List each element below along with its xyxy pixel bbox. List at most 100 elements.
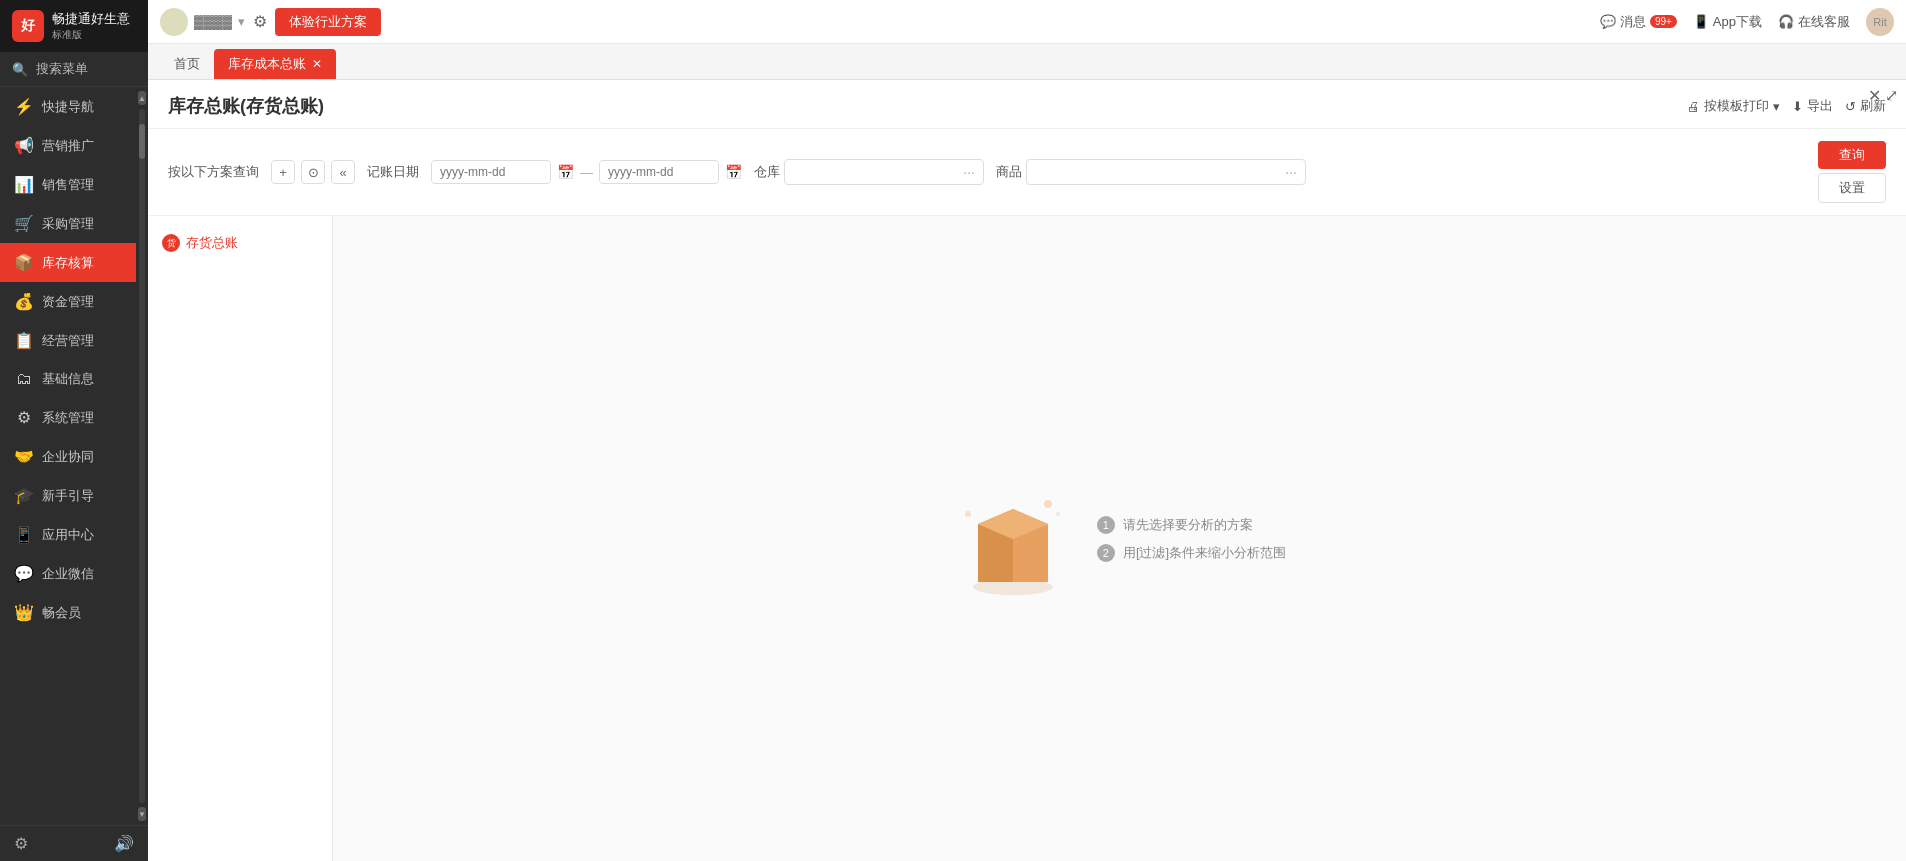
tab-bar: 首页 库存成本总账 ✕: [148, 44, 1906, 80]
query-btn[interactable]: 查询: [1818, 141, 1886, 169]
scroll-down-arrow[interactable]: ▼: [138, 807, 146, 821]
sidebar-label-member: 畅会员: [42, 604, 81, 622]
product-label: 商品: [996, 163, 1022, 181]
tab-inventory-ledger[interactable]: 库存成本总账 ✕: [214, 49, 336, 79]
tab-close-icon[interactable]: ✕: [312, 57, 322, 71]
online-support-btn[interactable]: 🎧 在线客服: [1778, 13, 1850, 31]
scroll-up-arrow[interactable]: ▲: [138, 91, 146, 105]
avatar-initials: Rit: [1873, 16, 1886, 28]
sidebar: 好 畅捷通好生意 标准版 🔍 搜索菜单 ⚡ 快捷导航 📢 营销推广 📊 销售管理…: [0, 0, 148, 861]
export-label: 导出: [1807, 97, 1833, 115]
resize-icon[interactable]: ⤢: [1885, 86, 1898, 105]
svg-point-8: [965, 511, 971, 517]
sidebar-item-inventory[interactable]: 📦 库存核算: [0, 243, 136, 282]
left-panel: 货 存货总账: [148, 216, 333, 861]
top-bar-right: 💬 消息 99+ 📱 App下载 🎧 在线客服 Rit: [1600, 8, 1894, 36]
finance-icon: 💰: [14, 292, 34, 311]
content-area-wrapper: ✕ ⤢ 库存总账(存货总账) 🖨 按模板打印 ▾ ⬇ 导出: [148, 80, 1906, 861]
sidebar-item-quick-nav[interactable]: ⚡ 快捷导航: [0, 87, 136, 126]
sidebar-search[interactable]: 🔍 搜索菜单: [0, 52, 148, 87]
app-download-btn[interactable]: 📱 App下载: [1693, 13, 1762, 31]
export-icon: ⬇: [1792, 99, 1803, 114]
tip-text-1: 请先选择要分析的方案: [1123, 516, 1253, 534]
filter-collapse-icon[interactable]: «: [331, 160, 355, 184]
sidebar-label-wechat: 企业微信: [42, 565, 94, 583]
calendar-start-icon[interactable]: 📅: [557, 164, 574, 180]
top-right-avatar: Rit: [1866, 8, 1894, 36]
warehouse-label: 仓库: [754, 163, 780, 181]
warehouse-filter: 仓库 ···: [754, 159, 984, 185]
empty-state: 1 请先选择要分析的方案 2 用[过滤]条件来缩小分析范围: [953, 479, 1286, 599]
settings-bottom-icon[interactable]: ⚙: [14, 834, 28, 853]
sidebar-item-sales[interactable]: 📊 销售管理: [0, 165, 136, 204]
tip-number-2: 2: [1097, 544, 1115, 562]
filter-add-btn[interactable]: +: [271, 160, 295, 184]
sidebar-item-appstore[interactable]: 📱 应用中心: [0, 515, 136, 554]
message-icon: 💬: [1600, 14, 1616, 29]
print-btn[interactable]: 🖨 按模板打印 ▾: [1687, 97, 1780, 115]
sidebar-label-basic: 基础信息: [42, 370, 94, 388]
sidebar-item-marketing[interactable]: 📢 营销推广: [0, 126, 136, 165]
page-header-actions: 🖨 按模板打印 ▾ ⬇ 导出 ↺ 刷新: [1687, 97, 1886, 115]
filter-area: 按以下方案查询 + ⊙ « 记账日期 📅 — 📅 仓库: [148, 129, 1906, 216]
sales-icon: 📊: [14, 175, 34, 194]
tab-home-label: 首页: [174, 56, 200, 71]
settings-filter-btn[interactable]: 设置: [1818, 173, 1886, 203]
system-icon: ⚙: [14, 408, 34, 427]
topbar-gear-icon[interactable]: ⚙: [253, 12, 267, 31]
product-select[interactable]: ···: [1026, 159, 1306, 185]
main-area: ▓▓▓▓ ▾ ⚙ 体验行业方案 💬 消息 99+ 📱 App下载 🎧 在线客服 …: [148, 0, 1906, 861]
export-btn[interactable]: ⬇ 导出: [1792, 97, 1833, 115]
empty-illustration: [953, 479, 1073, 599]
tab-home[interactable]: 首页: [160, 49, 214, 79]
wechat-icon: 💬: [14, 564, 34, 583]
industry-btn[interactable]: 体验行业方案: [275, 8, 381, 36]
sidebar-item-cooperation[interactable]: 🤝 企业协同: [0, 437, 136, 476]
sidebar-item-member[interactable]: 👑 畅会员: [0, 593, 136, 632]
appstore-icon: 📱: [14, 525, 34, 544]
sidebar-label-purchase: 采购管理: [42, 215, 94, 233]
scheme-icon-text: 货: [167, 237, 176, 250]
date-label: 记账日期: [367, 163, 419, 181]
scheme-item-inventory[interactable]: 货 存货总账: [148, 226, 332, 260]
print-chevron-icon: ▾: [1773, 99, 1780, 114]
warehouse-select[interactable]: ···: [784, 159, 984, 185]
logo-text-block: 畅捷通好生意 标准版: [52, 10, 130, 42]
operation-icon: 📋: [14, 331, 34, 350]
product-filter: 商品 ···: [996, 159, 1306, 185]
empty-svg: [953, 479, 1073, 599]
user-avatar-small: [160, 8, 188, 36]
scroll-track: [139, 109, 145, 803]
filter-settings-icon[interactable]: ⊙: [301, 160, 325, 184]
sidebar-logo: 好 畅捷通好生意 标准版: [0, 0, 148, 52]
online-support-icon: 🎧: [1778, 14, 1794, 29]
sidebar-item-basic[interactable]: 🗂 基础信息: [0, 360, 136, 398]
message-btn[interactable]: 💬 消息 99+: [1600, 13, 1677, 31]
tab-inventory-ledger-label: 库存成本总账: [228, 55, 306, 73]
sidebar-item-system[interactable]: ⚙ 系统管理: [0, 398, 136, 437]
user-name-display: ▓▓▓▓: [194, 14, 232, 29]
warehouse-more-icon[interactable]: ···: [963, 164, 975, 180]
calendar-end-icon[interactable]: 📅: [725, 164, 742, 180]
sidebar-scrollbar: ▲ ▼: [136, 87, 148, 825]
close-panel-icon[interactable]: ✕: [1868, 86, 1881, 105]
marketing-icon: 📢: [14, 136, 34, 155]
sidebar-item-purchase[interactable]: 🛒 采购管理: [0, 204, 136, 243]
sidebar-item-wechat[interactable]: 💬 企业微信: [0, 554, 136, 593]
tip-number-1: 1: [1097, 516, 1115, 534]
date-start-input[interactable]: [431, 160, 551, 184]
user-chevron-icon: ▾: [238, 14, 245, 29]
cooperation-icon: 🤝: [14, 447, 34, 466]
empty-tips: 1 请先选择要分析的方案 2 用[过滤]条件来缩小分析范围: [1097, 516, 1286, 562]
product-more-icon[interactable]: ···: [1285, 164, 1297, 180]
window-controls: ✕ ⤢: [1860, 80, 1906, 111]
date-end-input[interactable]: [599, 160, 719, 184]
audio-bottom-icon[interactable]: 🔊: [114, 834, 134, 853]
sidebar-item-finance[interactable]: 💰 资金管理: [0, 282, 136, 321]
sidebar-label-finance: 资金管理: [42, 293, 94, 311]
sidebar-item-newbie[interactable]: 🎓 新手引导: [0, 476, 136, 515]
sidebar-item-operation[interactable]: 📋 经营管理: [0, 321, 136, 360]
basic-icon: 🗂: [14, 370, 34, 388]
main-body: 货 存货总账: [148, 216, 1906, 861]
print-label: 按模板打印: [1704, 97, 1769, 115]
